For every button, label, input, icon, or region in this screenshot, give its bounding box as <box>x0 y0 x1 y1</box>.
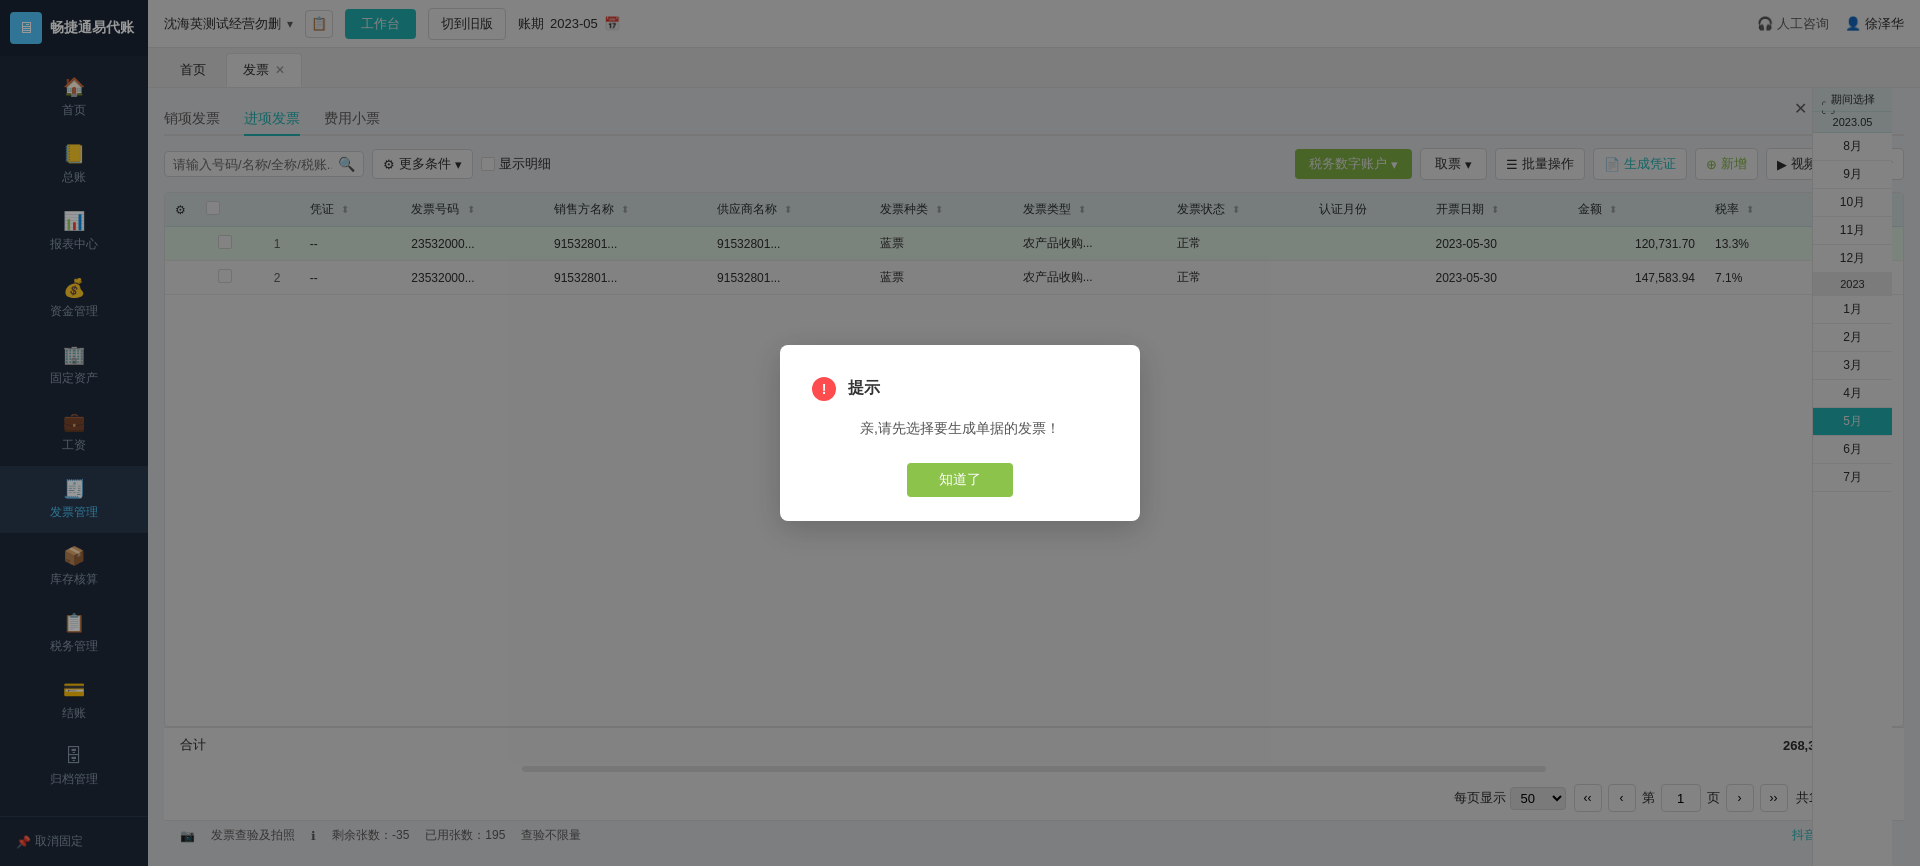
modal-header: ! 提示 <box>812 377 880 401</box>
modal-footer: 知道了 <box>780 463 1140 521</box>
modal-ok-btn[interactable]: 知道了 <box>907 463 1013 497</box>
modal-message: 亲,请先选择要生成单据的发票！ <box>860 417 1060 439</box>
modal-body: ! 提示 亲,请先选择要生成单据的发票！ <box>780 345 1140 463</box>
modal-dialog: ! 提示 亲,请先选择要生成单据的发票！ 知道了 <box>780 345 1140 521</box>
modal-overlay: ! 提示 亲,请先选择要生成单据的发票！ 知道了 <box>0 0 1920 866</box>
warning-icon: ! <box>812 377 836 401</box>
modal-title: 提示 <box>848 378 880 399</box>
